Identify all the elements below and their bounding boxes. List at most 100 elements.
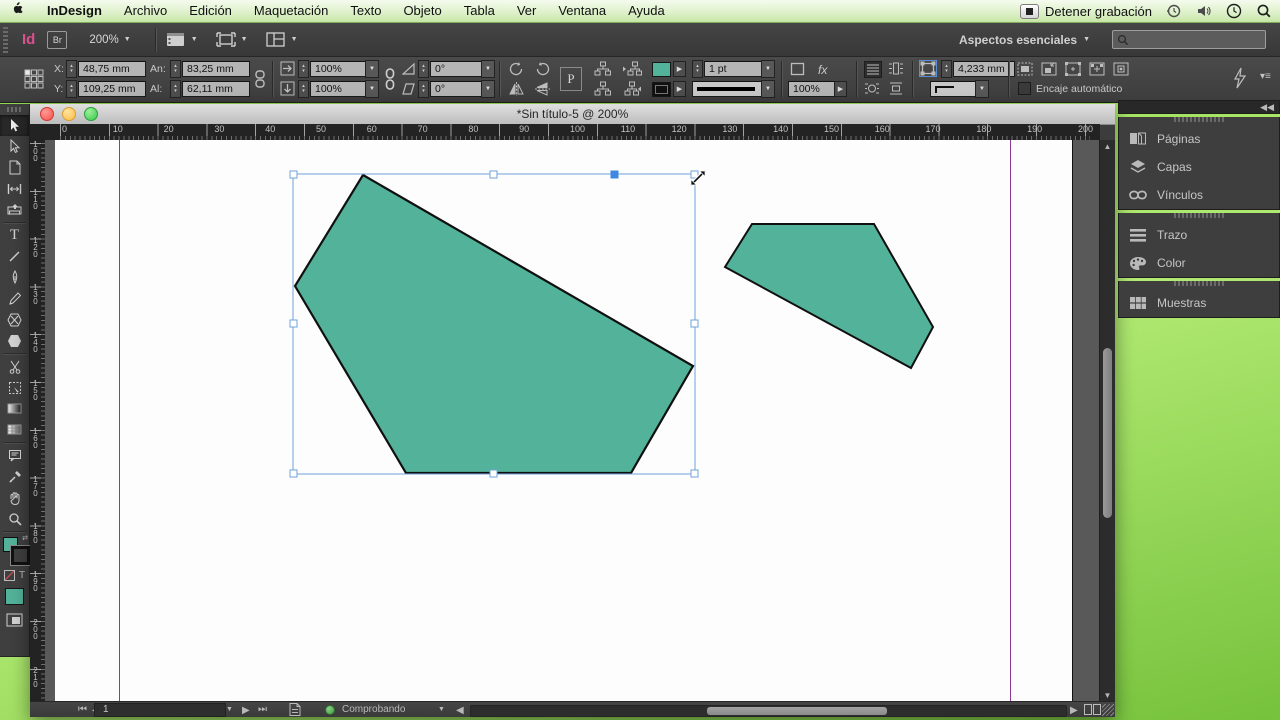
menu-item-indesign[interactable]: InDesign <box>36 0 113 22</box>
panel-button-capas[interactable]: Capas <box>1119 153 1279 181</box>
tool-free-transform[interactable] <box>0 377 29 398</box>
stroke-weight-stepper[interactable]: ▴ ▾ <box>692 60 703 78</box>
document-titlebar[interactable]: *Sin título-5 @ 200% <box>30 104 1115 125</box>
vertical-scroll-thumb[interactable] <box>1103 348 1112 518</box>
corner-shape-field[interactable] <box>930 81 976 97</box>
bridge-button[interactable]: Br <box>47 30 68 49</box>
height-stepper[interactable]: ▴ ▾ <box>170 80 181 98</box>
fill-swatch-arrow[interactable]: ▶ <box>673 61 686 77</box>
formatting-affects-text-icon[interactable]: T <box>19 570 25 581</box>
corner-shape-dropdown[interactable]: ▼ <box>975 80 989 98</box>
y-field[interactable]: 109,25 mm <box>78 81 146 97</box>
last-page-button[interactable]: ⏭ <box>258 702 267 717</box>
stroke-color-swatch[interactable] <box>652 82 671 97</box>
search-input[interactable] <box>1112 30 1266 49</box>
menu-item-ayuda[interactable]: Ayuda <box>617 0 676 22</box>
selection-handle[interactable] <box>289 469 298 478</box>
tool-polygon[interactable] <box>0 330 29 351</box>
stroke-swatch-arrow[interactable]: ▶ <box>673 81 686 97</box>
tool-page[interactable] <box>0 157 29 178</box>
dock-header[interactable]: ◀◀ <box>1118 100 1280 114</box>
width-field[interactable]: 83,25 mm <box>182 61 250 77</box>
select-previous-object-icon[interactable] <box>622 61 642 77</box>
tool-gradient[interactable] <box>0 398 29 419</box>
width-stepper[interactable]: ▴ ▾ <box>170 60 181 78</box>
scroll-up-arrow[interactable]: ▲ <box>1100 142 1115 151</box>
menu-item-archivo[interactable]: Archivo <box>113 0 178 22</box>
workspace-switcher[interactable]: Aspectos esenciales ▼ <box>959 33 1090 47</box>
scale-x-stepper[interactable]: ▴ ▾ <box>298 60 309 78</box>
rotate-cw-icon[interactable] <box>534 61 551 77</box>
selection-handle[interactable] <box>289 170 298 179</box>
fit-content-to-frame-icon[interactable] <box>1088 61 1106 77</box>
tool-pen[interactable] <box>0 267 29 288</box>
menu-item-edicion[interactable]: Edición <box>178 0 243 22</box>
tool-gradient-feather[interactable] <box>0 419 29 440</box>
corner-radius-field[interactable]: 4,233 mm <box>953 61 1015 77</box>
select-container-icon[interactable] <box>594 61 612 77</box>
formatting-affects-controls[interactable]: T <box>0 566 29 584</box>
tool-selection[interactable] <box>0 115 29 136</box>
screen-mode-button[interactable] <box>0 608 29 632</box>
volume-icon[interactable] <box>1196 3 1212 19</box>
wrap-none-icon[interactable] <box>864 61 882 78</box>
vertical-ruler[interactable]: 100 110 120 130 140 150 160 170 180 190 200 210 <box>30 140 45 702</box>
dock-group-grip[interactable] <box>1174 213 1224 218</box>
tool-scissors[interactable] <box>0 356 29 377</box>
tool-line[interactable] <box>0 246 29 267</box>
stop-recording-button[interactable]: Detener grabación <box>1020 3 1152 19</box>
select-content-icon[interactable] <box>594 81 612 97</box>
page-dropdown-arrow[interactable]: ▼ <box>226 702 233 717</box>
flip-vertical-icon[interactable] <box>534 81 551 97</box>
ruler-origin-corner[interactable] <box>30 124 46 141</box>
height-field[interactable]: 62,11 mm <box>182 81 250 97</box>
selection-handle[interactable] <box>690 469 699 478</box>
dock-group-grip[interactable] <box>1174 281 1224 286</box>
tool-content-collector[interactable] <box>0 199 29 220</box>
stroke-style-dropdown[interactable]: ▼ <box>761 80 775 98</box>
scale-y-dropdown[interactable]: ▼ <box>365 80 379 98</box>
stroke-style-field[interactable] <box>692 81 762 97</box>
apple-menu[interactable] <box>0 0 36 22</box>
spotlight-icon[interactable] <box>1256 3 1272 19</box>
arrange-documents-dropdown[interactable]: ▼ <box>265 31 298 49</box>
scale-y-field[interactable]: 100% <box>310 81 366 97</box>
fill-stroke-controls[interactable]: ⇄ <box>0 534 30 566</box>
first-page-button[interactable]: ⏮ <box>78 702 87 717</box>
page-number-field[interactable]: 1 <box>94 703 226 717</box>
selection-handle-active[interactable] <box>610 170 619 179</box>
wrap-object-shape-icon[interactable] <box>864 81 880 96</box>
panel-button-trazo[interactable]: Trazo <box>1119 221 1279 249</box>
toolbar-grip[interactable] <box>7 107 22 112</box>
large-polygon-shape[interactable] <box>293 173 695 475</box>
vertical-scrollbar[interactable]: ▲ ▼ <box>1099 140 1115 702</box>
x-field[interactable]: 48,75 mm <box>78 61 146 77</box>
menu-item-ver[interactable]: Ver <box>506 0 548 22</box>
x-stepper[interactable]: ▴ ▾ <box>66 60 77 78</box>
menu-item-tabla[interactable]: Tabla <box>453 0 506 22</box>
rotation-dropdown[interactable]: ▼ <box>481 60 495 78</box>
rotation-stepper[interactable]: ▴ ▾ <box>418 60 429 78</box>
dock-group-grip[interactable] <box>1174 117 1224 122</box>
expand-panels-icon[interactable]: ◀◀ <box>1260 102 1274 113</box>
tool-frame[interactable] <box>0 309 29 330</box>
clock-icon[interactable] <box>1226 3 1242 19</box>
menu-item-maquetacion[interactable]: Maquetación <box>243 0 339 22</box>
select-next-object-icon[interactable] <box>622 81 642 97</box>
tool-zoom[interactable] <box>0 508 29 529</box>
scale-y-stepper[interactable]: ▴ ▾ <box>298 80 309 98</box>
spread-view-icon[interactable] <box>1084 702 1101 717</box>
preflight-menu-icon[interactable] <box>288 702 302 717</box>
swap-fill-stroke-icon[interactable]: ⇄ <box>22 534 28 542</box>
constrain-dimensions-icon[interactable] <box>252 69 268 89</box>
window-resize-grip[interactable] <box>1102 704 1114 716</box>
horizontal-scroll-thumb[interactable] <box>707 706 887 715</box>
scale-x-dropdown[interactable]: ▼ <box>365 60 379 78</box>
tool-pencil[interactable] <box>0 288 29 309</box>
tool-type[interactable]: T <box>0 225 29 246</box>
view-options-dropdown[interactable]: ▼ <box>166 31 198 49</box>
horizontal-ruler[interactable]: 0 10 20 30 40 50 60 70 80 90 100 110 120 130 140 150 160… <box>45 124 1100 140</box>
corner-options-icon[interactable] <box>919 60 937 77</box>
screen-mode-dropdown[interactable]: ▼ <box>215 31 248 49</box>
rotate-ccw-icon[interactable] <box>508 61 525 77</box>
